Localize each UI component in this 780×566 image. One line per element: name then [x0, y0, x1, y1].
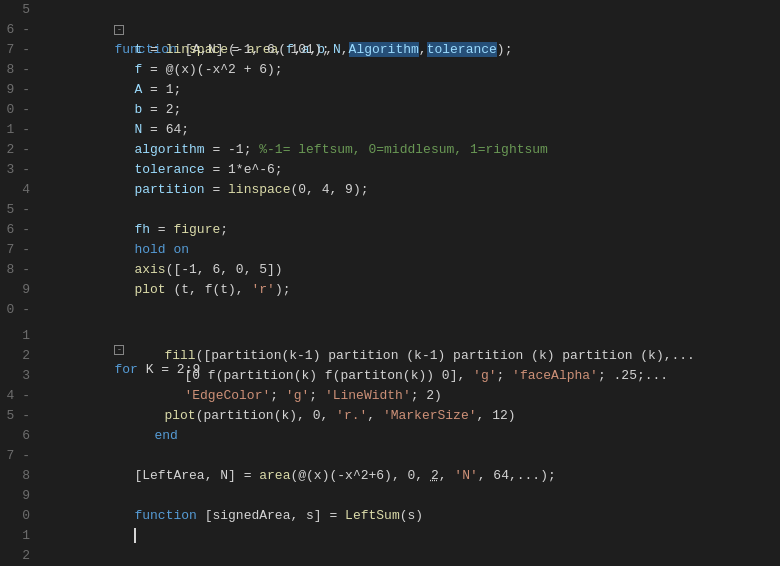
code-line-34: 4 [0, 180, 780, 200]
code-line-31: 1 - algorithm = -1; %-1= leftsum, 0=midd… [0, 120, 780, 140]
code-line-39: 9 [0, 280, 780, 300]
code-line-45: 5 - end [0, 406, 780, 426]
code-line-50: 0 [0, 506, 780, 526]
code-content[interactable]: 5 - function [A,N] = area(f,a,b,N,Algori… [0, 0, 780, 566]
code-line-41: 1 fill([partition(k-1) partition (k-1) p… [0, 326, 780, 346]
code-line-40: 0 - - for K = 2:9 [0, 300, 780, 326]
code-line-44: 4 - plot(partition(k), 0, 'r.', 'MarkerS… [0, 386, 780, 406]
code-line-5: 5 - function [A,N] = area(f,a,b,N,Algori… [0, 0, 780, 20]
code-line-47: 7 - [LeftArea, N] = area(@(x)(-x^2+6), 0… [0, 446, 780, 466]
code-line-46: 6 [0, 426, 780, 446]
code-line-52: 2 [MiddleArea Nl = area(@(x)(-x^2+6), 0,… [0, 546, 780, 566]
code-line-9: 9 - b = 2; [0, 80, 780, 100]
code-line-38: 8 - plot (t, f(t), 'r'); [0, 260, 780, 280]
code-line-33: 3 - partition = linspace(0, 4, 9); [0, 160, 780, 180]
code-editor: 5 - function [A,N] = area(f,a,b,N,Algori… [0, 0, 780, 566]
code-line-7: 7 - f = @(x)(-x^2 + 6); [0, 40, 780, 60]
code-line-37: 7 - axis([-1, 6, 0, 5]) [0, 240, 780, 260]
code-line-43: 3 'EdgeColor'; 'g'; 'LineWidth'; 2) [0, 366, 780, 386]
code-line-35: 5 - fh = figure; [0, 200, 780, 220]
code-line-49: 9 function [signedArea, s] = LeftSum(s) [0, 486, 780, 506]
code-line-30: 0 - N = 64; [0, 100, 780, 120]
code-line-32: 2 - tolerance = 1*e^-6; [0, 140, 780, 160]
code-line-6: 6 - t = linspace(-1, 6, 101); [0, 20, 780, 40]
code-line-36: 6 - hold on [0, 220, 780, 240]
code-line-48: 8 [0, 466, 780, 486]
code-line-42: 2 [0 f(partition(k) f(partiton(k)) 0], '… [0, 346, 780, 366]
code-line-8: 8 - A = 1; [0, 60, 780, 80]
code-line-51: 1 [0, 526, 780, 546]
